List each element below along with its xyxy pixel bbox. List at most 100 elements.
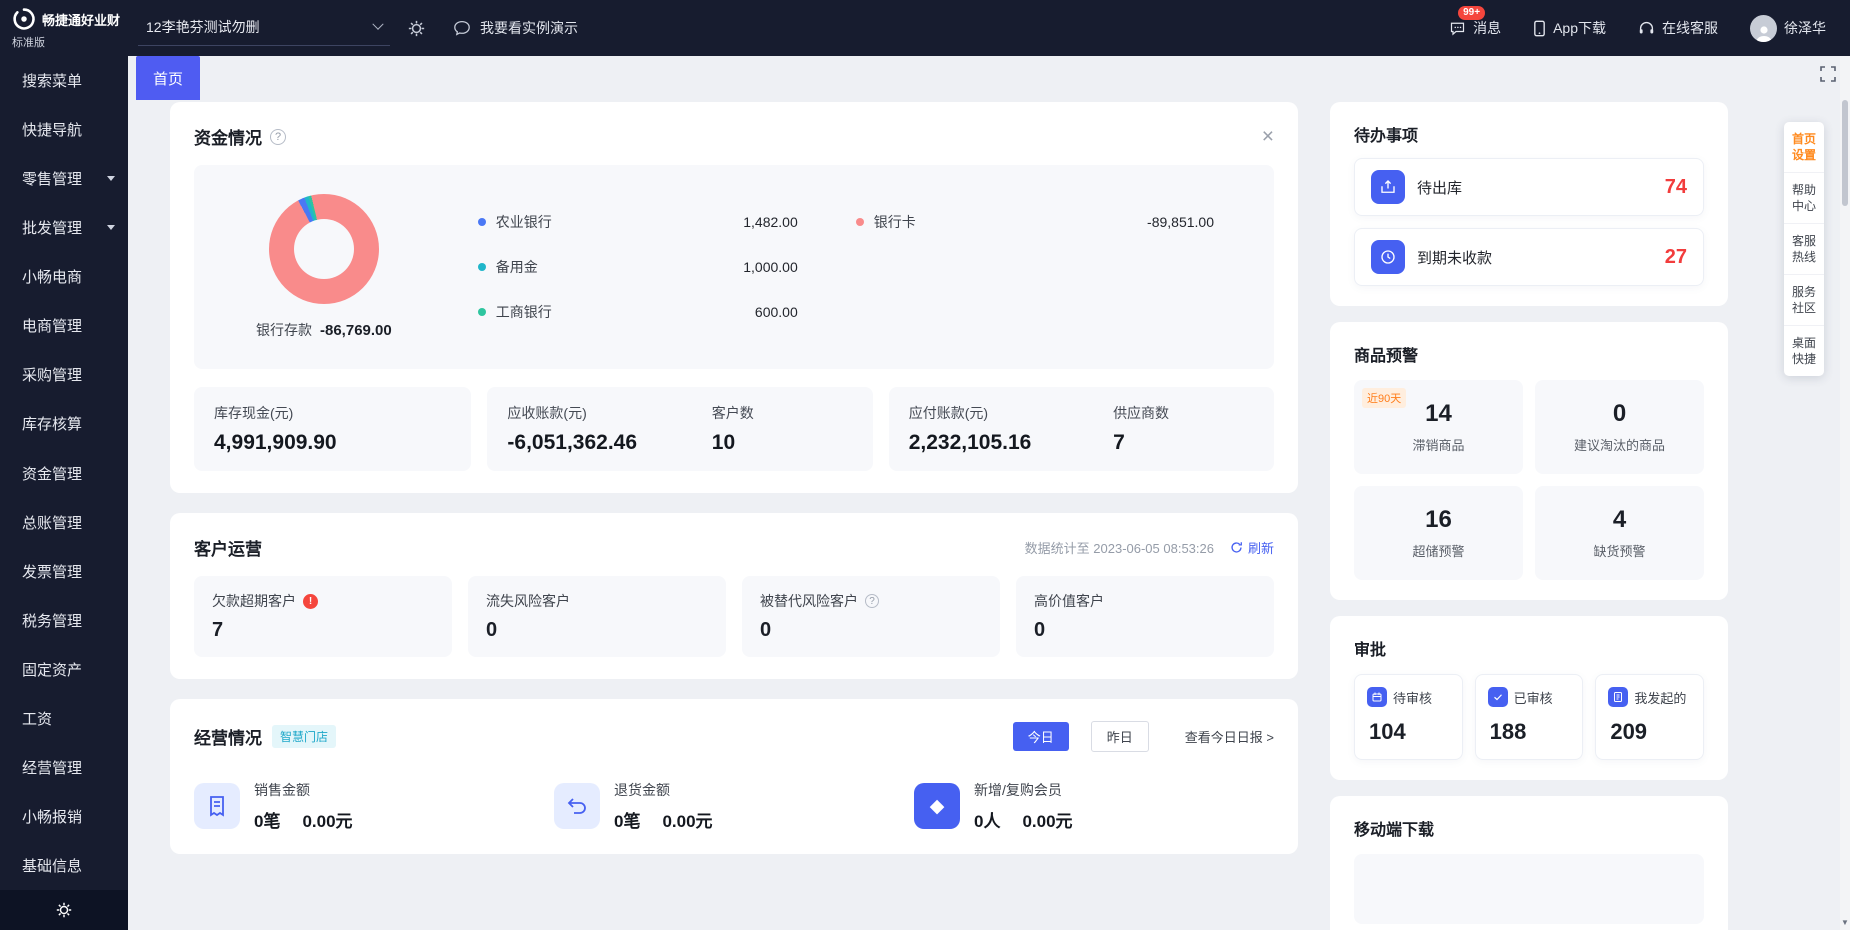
warning-box-eliminate[interactable]: 0 建议淘汰的商品: [1535, 380, 1704, 474]
logo-subtitle: 标准版: [12, 37, 45, 49]
help-icon[interactable]: ?: [865, 594, 879, 608]
toolbar-help-center[interactable]: 帮助 中心: [1784, 173, 1824, 224]
yesterday-button[interactable]: 昨日: [1090, 721, 1149, 752]
online-service-button[interactable]: 在线客服: [1638, 18, 1718, 38]
floating-toolbar: 首页 设置 帮助 中心 客服 热线 服务 社区 桌面 快捷: [1784, 122, 1824, 376]
legend-dot: [855, 218, 864, 226]
legend-item: 银行卡 -89,851.00: [855, 212, 1214, 232]
daily-report-link[interactable]: 查看今日日报 >: [1185, 727, 1274, 746]
toolbar-service-hotline[interactable]: 客服 热线: [1784, 224, 1824, 275]
mobile-download-panel: [1354, 854, 1704, 924]
sidebar-item-wholesale[interactable]: 批发管理: [0, 203, 128, 252]
sidebar-item-expense[interactable]: 小畅报销: [0, 792, 128, 841]
help-icon[interactable]: ?: [270, 128, 286, 145]
calendar-icon: [1367, 687, 1387, 707]
warning-box-overstock[interactable]: 16 超储预警: [1354, 486, 1523, 580]
username: 徐泽华: [1784, 20, 1826, 36]
mobile-download-card: 移动端下载: [1330, 796, 1728, 930]
stat-box-high-value: 高价值客户 0: [1016, 576, 1274, 657]
phone-icon: [1533, 20, 1546, 37]
tab-home[interactable]: 首页: [136, 56, 200, 100]
funds-card: 资金情况 ? × 银行存款 -86,769.00 农业银行 1,482.00 备…: [170, 102, 1298, 493]
member-diamond-icon: ◆: [914, 783, 960, 829]
company-select-value: 12李艳芬测试勿删: [146, 19, 260, 35]
scrollbar-down-arrow[interactable]: ▼: [1840, 918, 1850, 927]
sidebar-settings-gear-icon[interactable]: [0, 890, 128, 930]
warning-box-slow-moving[interactable]: 近90天 14 滞销商品: [1354, 380, 1523, 474]
headset-icon: [1638, 20, 1655, 36]
todo-card: 待办事项 待出库 74 到期未收款 27: [1330, 102, 1728, 306]
warning-box-outofstock[interactable]: 4 缺货预警: [1535, 486, 1704, 580]
warnings-card: 商品预警 近90天 14 滞销商品 0 建议淘汰的商品 16 超储预警 4 缺货…: [1330, 322, 1728, 600]
today-button[interactable]: 今日: [1012, 722, 1069, 751]
toolbar-home-settings[interactable]: 首页 设置: [1784, 122, 1824, 173]
todo-item-outbound[interactable]: 待出库 74: [1354, 158, 1704, 216]
approval-box-approved[interactable]: 已审核 188: [1474, 674, 1584, 760]
approval-card: 审批 待审核 104 已审核 188 我发起的 209: [1330, 616, 1728, 780]
sidebar-item-fixed-assets[interactable]: 固定资产: [0, 645, 128, 694]
sidebar-item-purchase[interactable]: 采购管理: [0, 350, 128, 399]
check-icon: [1487, 687, 1508, 707]
sidebar-item-basic-info[interactable]: 基础信息: [0, 841, 128, 890]
vertical-scrollbar[interactable]: ▼: [1840, 56, 1850, 930]
avatar: [1750, 14, 1777, 42]
sidebar-item-quick-nav[interactable]: 快捷导航: [0, 105, 128, 154]
approval-box-pending[interactable]: 待审核 104: [1354, 674, 1463, 760]
mobile-download-title: 移动端下载: [1354, 822, 1435, 839]
stat-box-payable: 应付账款(元) 2,232,105.16 供应商数 7: [888, 387, 1274, 471]
sidebar-item-tax[interactable]: 税务管理: [0, 596, 128, 645]
close-icon[interactable]: ×: [1262, 126, 1274, 147]
donut-chart: [268, 194, 379, 304]
outbound-box-icon: [1371, 170, 1405, 204]
fullscreen-icon[interactable]: [1820, 66, 1836, 82]
refresh-icon: [1231, 542, 1242, 553]
approval-box-initiated[interactable]: 我发起的 209: [1595, 674, 1704, 760]
alert-icon: !: [303, 593, 318, 609]
sidebar-item-ledger[interactable]: 总账管理: [0, 498, 128, 547]
sidebar: 搜索菜单 快捷导航 零售管理 批发管理 小畅电商 电商管理 采购管理 库存核算 …: [0, 56, 128, 930]
demo-link[interactable]: 我要看实例演示: [453, 18, 578, 38]
toolbar-service-community[interactable]: 服务 社区: [1784, 275, 1824, 326]
triangle-down-icon: [107, 176, 115, 182]
topbar: 畅捷通好业财 标准版 12李艳芬测试勿删 我要看实例演示 99+ 消息 App下…: [0, 0, 1850, 56]
toolbar-desktop-shortcut[interactable]: 桌面 快捷: [1784, 326, 1824, 376]
company-select[interactable]: 12李艳芬测试勿删: [138, 10, 390, 46]
business-stats-row: 销售金额 0笔 0.00元 退货金额 0笔 0.00元 ◆ 新增/复购会员 0人…: [194, 780, 1274, 832]
business-title: 经营情况: [194, 729, 262, 748]
app-download-button[interactable]: App下载: [1533, 18, 1606, 38]
business-card: 经营情况 智慧门店 今日 昨日 查看今日日报 > 销售金额 0笔 0.00元 退…: [170, 699, 1298, 854]
messages-button[interactable]: 99+ 消息: [1449, 6, 1501, 38]
sidebar-item-funds[interactable]: 资金管理: [0, 449, 128, 498]
chart-legend: 农业银行 1,482.00 备用金 1,000.00 工商银行 600.00 银行卡 -…: [477, 212, 1214, 322]
period-tag: 近90天: [1362, 388, 1407, 408]
legend-dot: [477, 263, 486, 271]
clock-icon: [1371, 240, 1405, 274]
receipt-icon: [194, 783, 240, 829]
user-menu[interactable]: 徐泽华: [1750, 14, 1826, 42]
sidebar-item-invoice[interactable]: 发票管理: [0, 547, 128, 596]
sidebar-item-retail[interactable]: 零售管理: [0, 154, 128, 203]
customers-card: 客户运营 数据统计至 2023-06-05 08:53:26 刷新 欠款超期客户…: [170, 513, 1298, 679]
todo-count: 74: [1664, 175, 1687, 198]
funds-chart-panel: 银行存款 -86,769.00 农业银行 1,482.00 备用金 1,000.00 …: [194, 165, 1274, 369]
message-icon: [1449, 21, 1466, 36]
sidebar-item-inventory[interactable]: 库存核算: [0, 399, 128, 448]
todo-count: 27: [1664, 245, 1687, 268]
legend-dot: [477, 218, 486, 226]
app-logo: 畅捷通好业财 标准版: [0, 0, 128, 56]
refresh-button[interactable]: 刷新: [1230, 538, 1274, 557]
todo-item-due-receivable[interactable]: 到期未收款 27: [1354, 228, 1704, 286]
stat-box-churn-risk: 流失风险客户 0: [468, 576, 726, 657]
sidebar-item-xiaochang-ecom[interactable]: 小畅电商: [0, 252, 128, 301]
scrollbar-thumb[interactable]: [1842, 100, 1848, 206]
stat-box-overdue-customers: 欠款超期客户! 7: [194, 576, 452, 657]
customer-stats-row: 欠款超期客户! 7 流失风险客户 0 被替代风险客户? 0 高价值客户 0: [194, 576, 1274, 657]
customers-title: 客户运营: [194, 540, 262, 559]
stat-box-receivable: 应收账款(元) -6,051,362.46 客户数 10: [487, 387, 873, 471]
tabbar: 首页: [128, 56, 1850, 100]
sidebar-item-payroll[interactable]: 工资: [0, 694, 128, 743]
sidebar-item-operation[interactable]: 经营管理: [0, 743, 128, 792]
sidebar-item-ecommerce[interactable]: 电商管理: [0, 301, 128, 350]
topbar-gear-icon[interactable]: [408, 20, 425, 37]
sidebar-item-search-menu[interactable]: 搜索菜单: [0, 56, 128, 105]
